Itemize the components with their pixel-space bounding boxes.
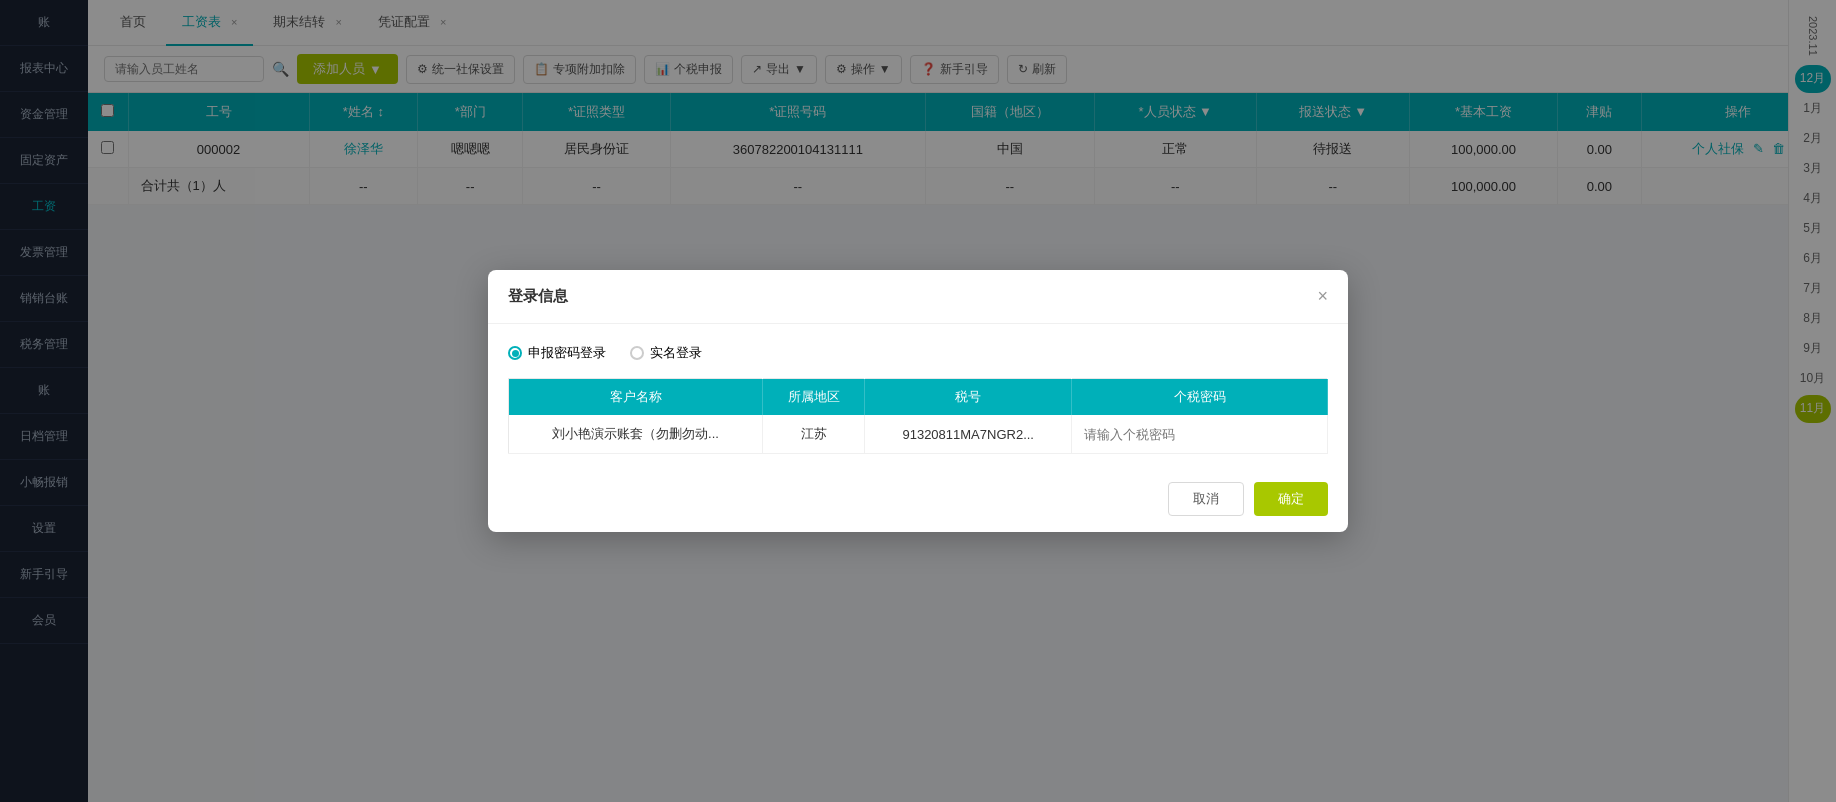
login-table: 客户名称 所属地区 税号 个税密码 刘小艳演示账套（勿删勿动... 江苏 913… [508, 378, 1328, 454]
col-region: 所属地区 [763, 379, 865, 416]
radio-realname-label: 实名登录 [650, 344, 702, 362]
dialog-footer: 取消 确定 [488, 470, 1348, 532]
dialog-close-btn[interactable]: × [1317, 286, 1328, 307]
radio-realname-circle [630, 346, 644, 360]
dialog-header: 登录信息 × [488, 270, 1348, 324]
radio-password-label: 申报密码登录 [528, 344, 606, 362]
dialog-title: 登录信息 [508, 287, 568, 306]
login-dialog: 登录信息 × 申报密码登录 实名登录 客户名称 所属地区 税号 个税密码 [488, 270, 1348, 532]
col-client-name: 客户名称 [509, 379, 763, 416]
dialog-body: 申报密码登录 实名登录 客户名称 所属地区 税号 个税密码 刘小艳演示账套（勿删… [488, 324, 1348, 470]
cell-client-name: 刘小艳演示账套（勿删勿动... [509, 415, 763, 454]
confirm-button[interactable]: 确定 [1254, 482, 1328, 516]
tax-password-input[interactable] [1084, 427, 1315, 442]
radio-realname-login[interactable]: 实名登录 [630, 344, 702, 362]
col-tax-no: 税号 [865, 379, 1072, 416]
radio-password-circle [508, 346, 522, 360]
radio-group: 申报密码登录 实名登录 [508, 344, 1328, 362]
cell-tax-no: 91320811MA7NGR2... [865, 415, 1072, 454]
cell-region: 江苏 [763, 415, 865, 454]
login-table-row: 刘小艳演示账套（勿删勿动... 江苏 91320811MA7NGR2... [509, 415, 1328, 454]
cell-tax-password [1072, 415, 1328, 454]
cancel-button[interactable]: 取消 [1168, 482, 1244, 516]
col-tax-password: 个税密码 [1072, 379, 1328, 416]
radio-password-login[interactable]: 申报密码登录 [508, 344, 606, 362]
